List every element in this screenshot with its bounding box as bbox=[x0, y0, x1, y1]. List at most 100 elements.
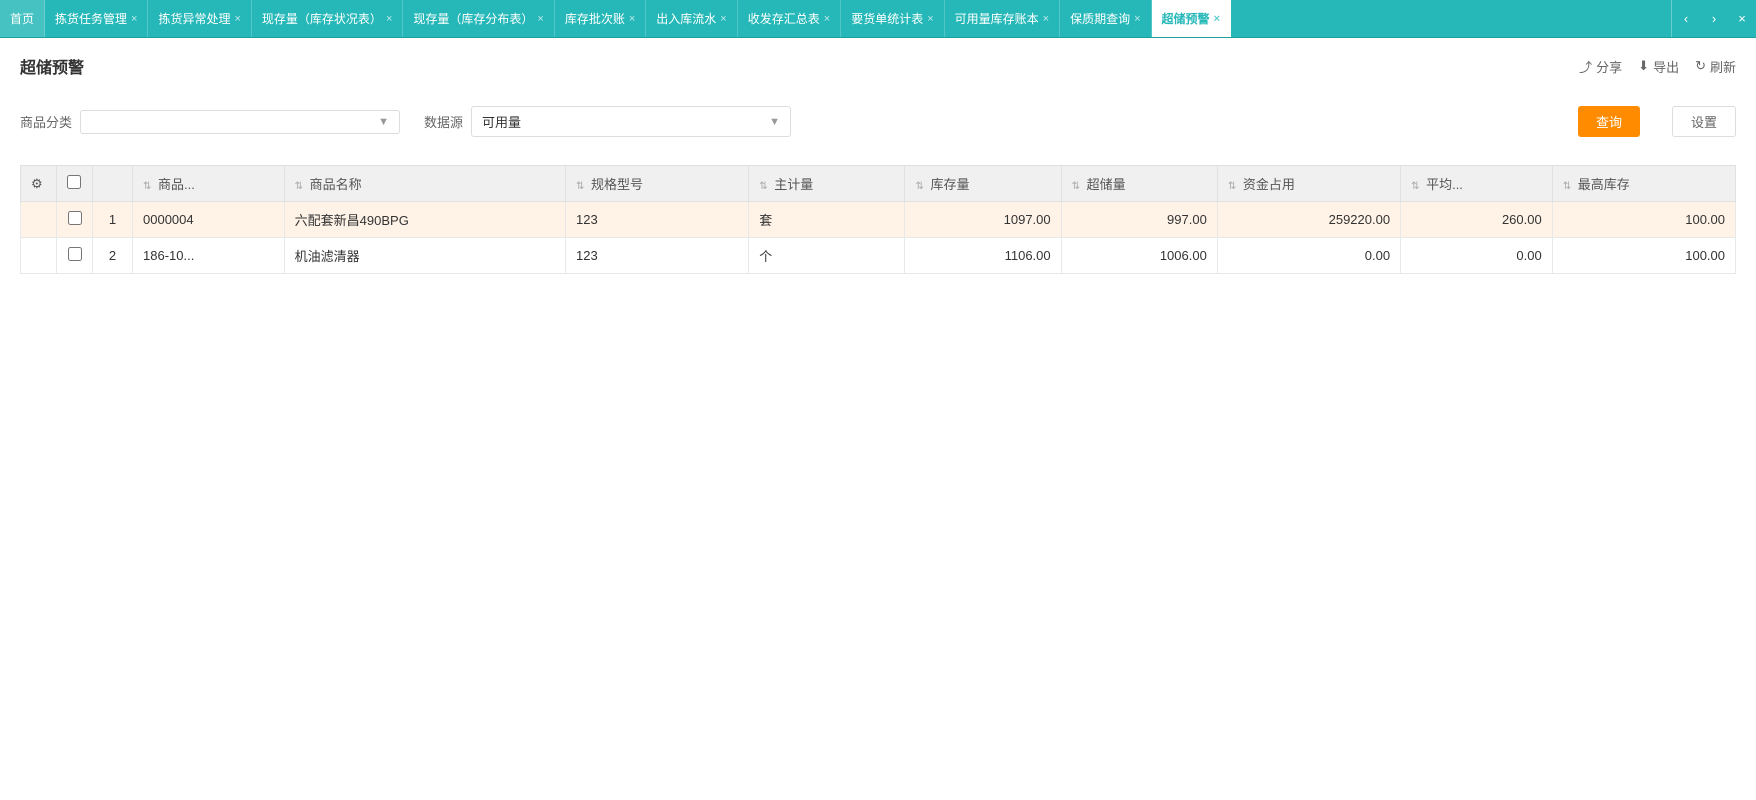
data-table: ⚙ ⇅ 商品... ⇅ 商品名称 ⇅ 规格型号 bbox=[20, 165, 1736, 274]
cell-product-name: 机油滤清器 bbox=[284, 238, 565, 274]
sort-icon: ⇅ bbox=[143, 181, 151, 192]
column-stock[interactable]: ⇅ 库存量 bbox=[905, 166, 1061, 202]
data-source-value: 可用量 bbox=[482, 112, 521, 131]
nav-close-icon[interactable]: × bbox=[629, 13, 635, 25]
cell-max-stock: 100.00 bbox=[1552, 202, 1735, 238]
gear-icon: ⚙ bbox=[31, 176, 43, 191]
nav-stock-status[interactable]: 现存量（库存状况表） × bbox=[252, 0, 403, 37]
sort-icon: ⇅ bbox=[1563, 181, 1571, 192]
table-row: 1 0000004 六配套新昌490BPG 123 套 1097.00 997.… bbox=[21, 202, 1736, 238]
column-gear[interactable]: ⚙ bbox=[21, 166, 57, 202]
cell-unit: 套 bbox=[749, 202, 905, 238]
row-checkbox[interactable] bbox=[68, 247, 82, 261]
cell-gear bbox=[21, 202, 57, 238]
settings-button[interactable]: 设置 bbox=[1672, 106, 1736, 137]
header-actions: ⤴ 分享 ⬇ 导出 ↻ 刷新 bbox=[1579, 57, 1736, 76]
sort-icon: ⇅ bbox=[576, 181, 584, 192]
nav-pick-task[interactable]: 拣货任务管理 × bbox=[45, 0, 148, 37]
cell-spec: 123 bbox=[566, 238, 749, 274]
cell-over-stock: 1006.00 bbox=[1061, 238, 1217, 274]
column-select-all[interactable] bbox=[57, 166, 93, 202]
page-header: 超储预警 ⤴ 分享 ⬇ 导出 ↻ 刷新 bbox=[20, 54, 1736, 78]
cell-capital: 0.00 bbox=[1217, 238, 1400, 274]
page-title: 超储预警 bbox=[20, 54, 84, 78]
nav-arrow-close[interactable]: × bbox=[1728, 0, 1756, 38]
column-max-stock[interactable]: ⇅ 最高库存 bbox=[1552, 166, 1735, 202]
product-category-label: 商品分类 bbox=[20, 112, 72, 131]
sort-icon: ⇅ bbox=[1411, 181, 1419, 192]
export-icon: ⬇ bbox=[1638, 58, 1649, 74]
table-header-row: ⚙ ⇅ 商品... ⇅ 商品名称 ⇅ 规格型号 bbox=[21, 166, 1736, 202]
cell-checkbox[interactable] bbox=[57, 202, 93, 238]
nav-available-stock[interactable]: 可用量库存账本 × bbox=[945, 0, 1060, 37]
cell-stock: 1106.00 bbox=[905, 238, 1061, 274]
sort-icon: ⇅ bbox=[759, 181, 767, 192]
nav-stock-dist[interactable]: 现存量（库存分布表） × bbox=[403, 0, 554, 37]
nav-shelf-life[interactable]: 保质期查询 × bbox=[1060, 0, 1151, 37]
column-seq bbox=[93, 166, 133, 202]
nav-close-icon[interactable]: × bbox=[131, 13, 137, 25]
nav-summary[interactable]: 收发存汇总表 × bbox=[738, 0, 841, 37]
refresh-icon: ↻ bbox=[1695, 58, 1706, 74]
cell-seq: 2 bbox=[93, 238, 133, 274]
nav-close-icon[interactable]: × bbox=[927, 13, 933, 25]
sort-icon: ⇅ bbox=[915, 181, 923, 192]
query-button[interactable]: 查询 bbox=[1578, 106, 1640, 137]
nav-arrow-right[interactable]: › bbox=[1700, 0, 1728, 38]
cell-checkbox[interactable] bbox=[57, 238, 93, 274]
nav-inout-flow[interactable]: 出入库流水 × bbox=[646, 0, 737, 37]
top-navigation: 首页 拣货任务管理 × 拣货异常处理 × 现存量（库存状况表） × 现存量（库存… bbox=[0, 0, 1756, 38]
data-source-label: 数据源 bbox=[424, 112, 463, 131]
export-button[interactable]: ⬇ 导出 bbox=[1638, 57, 1679, 76]
nav-arrows: ‹ › × bbox=[1671, 0, 1756, 38]
cell-product-name: 六配套新昌490BPG bbox=[284, 202, 565, 238]
column-product-code[interactable]: ⇅ 商品... bbox=[133, 166, 285, 202]
nav-close-icon[interactable]: × bbox=[1214, 13, 1220, 25]
sort-icon: ⇅ bbox=[1072, 181, 1080, 192]
nav-arrow-left[interactable]: ‹ bbox=[1672, 0, 1700, 38]
nav-close-icon[interactable]: × bbox=[1134, 13, 1140, 25]
column-spec[interactable]: ⇅ 规格型号 bbox=[566, 166, 749, 202]
cell-product-code: 186-10... bbox=[133, 238, 285, 274]
sort-icon: ⇅ bbox=[295, 181, 303, 192]
nav-overstock-warning[interactable]: 超储预警 × bbox=[1152, 0, 1231, 37]
select-all-checkbox[interactable] bbox=[67, 175, 81, 189]
cell-spec: 123 bbox=[566, 202, 749, 238]
cell-max-stock: 100.00 bbox=[1552, 238, 1735, 274]
filter-row: 商品分类 ▼ 数据源 可用量 ▼ 查询 设置 bbox=[20, 94, 1736, 149]
data-source-select[interactable]: 可用量 ▼ bbox=[471, 106, 791, 137]
cell-avg: 260.00 bbox=[1401, 202, 1553, 238]
nav-order-stat[interactable]: 要货单统计表 × bbox=[841, 0, 944, 37]
main-content: 超储预警 ⤴ 分享 ⬇ 导出 ↻ 刷新 商品分类 ▼ 数据源 bbox=[0, 38, 1756, 800]
chevron-down-icon: ▼ bbox=[769, 116, 780, 128]
nav-close-icon[interactable]: × bbox=[537, 13, 543, 25]
nav-close-icon[interactable]: × bbox=[386, 13, 392, 25]
nav-home[interactable]: 首页 bbox=[0, 0, 45, 37]
row-checkbox[interactable] bbox=[68, 211, 82, 225]
sort-icon: ⇅ bbox=[1228, 181, 1236, 192]
cell-avg: 0.00 bbox=[1401, 238, 1553, 274]
column-unit[interactable]: ⇅ 主计量 bbox=[749, 166, 905, 202]
cell-seq: 1 bbox=[93, 202, 133, 238]
share-button[interactable]: ⤴ 分享 bbox=[1579, 57, 1622, 76]
share-icon: ⤴ bbox=[1579, 57, 1592, 76]
column-capital[interactable]: ⇅ 资金占用 bbox=[1217, 166, 1400, 202]
table-body: 1 0000004 六配套新昌490BPG 123 套 1097.00 997.… bbox=[21, 202, 1736, 274]
cell-unit: 个 bbox=[749, 238, 905, 274]
column-product-name[interactable]: ⇅ 商品名称 bbox=[284, 166, 565, 202]
nav-close-icon[interactable]: × bbox=[720, 13, 726, 25]
nav-stock-batch[interactable]: 库存批次账 × bbox=[555, 0, 646, 37]
product-category-select[interactable]: ▼ bbox=[80, 110, 400, 134]
nav-close-icon[interactable]: × bbox=[234, 13, 240, 25]
table-row: 2 186-10... 机油滤清器 123 个 1106.00 1006.00 … bbox=[21, 238, 1736, 274]
column-over-stock[interactable]: ⇅ 超储量 bbox=[1061, 166, 1217, 202]
cell-stock: 1097.00 bbox=[905, 202, 1061, 238]
column-avg[interactable]: ⇅ 平均... bbox=[1401, 166, 1553, 202]
data-source-filter: 数据源 可用量 ▼ bbox=[424, 106, 791, 137]
nav-pick-exception[interactable]: 拣货异常处理 × bbox=[148, 0, 251, 37]
refresh-button[interactable]: ↻ 刷新 bbox=[1695, 57, 1736, 76]
product-category-filter: 商品分类 ▼ bbox=[20, 110, 400, 134]
nav-close-icon[interactable]: × bbox=[824, 13, 830, 25]
chevron-down-icon: ▼ bbox=[378, 116, 389, 128]
nav-close-icon[interactable]: × bbox=[1043, 13, 1049, 25]
